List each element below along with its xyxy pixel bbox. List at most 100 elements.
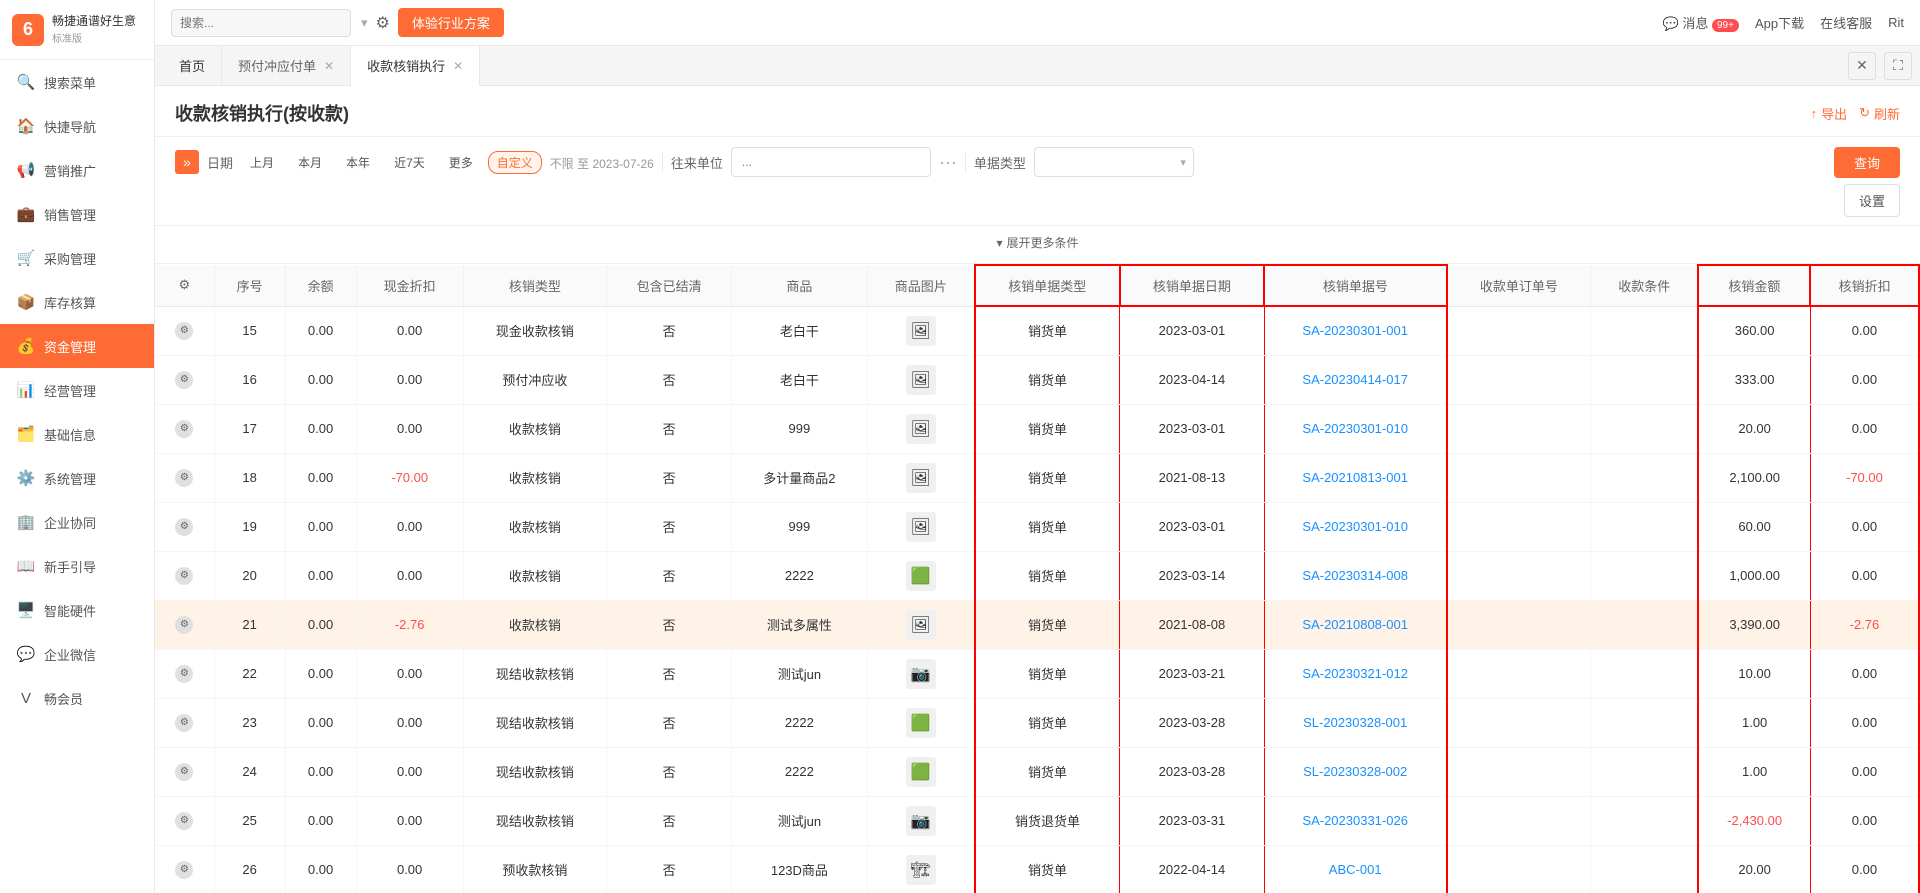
bill-no-link[interactable]: SA-20230301-001 [1302, 323, 1408, 338]
export-button[interactable]: ↑ 导出 [1811, 104, 1848, 123]
col-settings-cell: ⚙ [155, 796, 214, 845]
bill-no-link[interactable]: SA-20230314-008 [1302, 568, 1408, 583]
sidebar-item-operation[interactable]: 📊经营管理 [0, 368, 154, 412]
sidebar-item-member[interactable]: V畅会员 [0, 676, 154, 720]
bill-no-link[interactable]: SL-20230328-001 [1303, 715, 1407, 730]
bill-no-link[interactable]: SA-20230301-010 [1302, 421, 1408, 436]
col-bill-date-cell: 2021-08-13 [1120, 453, 1265, 502]
sidebar-item-basic[interactable]: 🗂️基础信息 [0, 412, 154, 456]
col-receipt-order-cell [1447, 747, 1591, 796]
date-btn-this-year[interactable]: 本年 [337, 151, 379, 174]
sidebar-item-search[interactable]: 🔍搜索菜单 [0, 60, 154, 104]
bill-no-link[interactable]: SA-20210813-001 [1302, 470, 1408, 485]
date-btn-last-month[interactable]: 上月 [241, 151, 283, 174]
col-bill-date-cell: 2023-03-21 [1120, 649, 1265, 698]
col-bill-no-cell: SA-20230321-012 [1264, 649, 1446, 698]
col-cash-discount: 现金折扣 [356, 265, 463, 306]
tab-prepay[interactable]: 预付冲应付单 ✕ [222, 46, 351, 86]
col-product-cell: 2222 [732, 747, 867, 796]
row-settings-icon[interactable]: ⚙ [175, 616, 193, 634]
col-included-settled-cell: 否 [607, 306, 732, 355]
window-controls: ✕ ⛶ [1848, 52, 1920, 80]
query-button[interactable]: 查询 [1834, 147, 1900, 178]
filter-settings-button[interactable]: 设置 [1844, 184, 1900, 217]
online-service-link[interactable]: 在线客服 [1820, 13, 1872, 32]
col-product-img: 商品图片 [867, 265, 975, 306]
source-filter-dots[interactable]: ··· [939, 152, 957, 173]
topbar-search-input[interactable] [171, 9, 351, 37]
sidebar-item-nav[interactable]: 🏠快捷导航 [0, 104, 154, 148]
col-product-img-cell: 🖼 [867, 502, 975, 551]
hardware-icon: 🖥️ [16, 600, 36, 620]
topbar-chevron-icon[interactable]: ▾ [361, 15, 368, 31]
row-settings-icon[interactable]: ⚙ [175, 665, 193, 683]
col-receipt-order-cell [1447, 698, 1591, 747]
solution-button[interactable]: 体验行业方案 [398, 8, 504, 37]
window-expand-icon[interactable]: ⛶ [1884, 52, 1912, 80]
refresh-button[interactable]: ↻ 刷新 [1859, 104, 1900, 123]
type-filter-input[interactable] [1034, 147, 1194, 177]
sidebar-item-wechat[interactable]: 💬企业微信 [0, 632, 154, 676]
col-writeoff-type-cell: 收款核销 [463, 453, 606, 502]
tab-home[interactable]: 首页 [163, 46, 222, 86]
main-content: ▾ ⚙ 体验行业方案 💬 消息 99+ App下载 在线客服 Rit 首页 预付… [155, 0, 1920, 893]
col-product-cell: 999 [732, 502, 867, 551]
row-settings-icon[interactable]: ⚙ [175, 812, 193, 830]
filter-expand-btn[interactable]: ▾ 展开更多条件 [996, 230, 1078, 255]
topbar-gear-icon[interactable]: ⚙ [376, 13, 390, 33]
col-balance-cell: 0.00 [285, 404, 356, 453]
row-settings-icon[interactable]: ⚙ [175, 469, 193, 487]
col-settings-cell: ⚙ [155, 453, 214, 502]
product-thumb-icon: 🖼 [906, 414, 936, 444]
sidebar-item-corp[interactable]: 🏢企业协同 [0, 500, 154, 544]
sidebar-item-purchase[interactable]: 🛒采购管理 [0, 236, 154, 280]
table-row: ⚙ 16 0.00 0.00 预付冲应收 否 老白干 🖼 销货单 2023-04… [155, 355, 1919, 404]
row-settings-icon[interactable]: ⚙ [175, 518, 193, 536]
user-name[interactable]: Rit [1888, 15, 1904, 30]
tab-prepay-close-icon[interactable]: ✕ [324, 59, 334, 73]
bill-no-link[interactable]: SA-20230414-017 [1302, 372, 1408, 387]
bill-no-link[interactable]: SA-20230301-010 [1302, 519, 1408, 534]
sidebar-item-inventory[interactable]: 📦库存核算 [0, 280, 154, 324]
bill-no-link[interactable]: ABC-001 [1329, 862, 1382, 877]
sidebar-item-finance[interactable]: 💰资金管理 [0, 324, 154, 368]
tab-receipt[interactable]: 收款核销执行 ✕ [351, 46, 480, 86]
col-product-cell: 测试jun [732, 649, 867, 698]
bill-no-link[interactable]: SA-20230331-026 [1302, 813, 1408, 828]
bill-no-link[interactable]: SL-20230328-002 [1303, 764, 1407, 779]
sidebar-item-marketing[interactable]: 📢营销推广 [0, 148, 154, 192]
col-no-cell: 15 [214, 306, 285, 355]
col-writeoff-discount-cell: 0.00 [1810, 551, 1919, 600]
row-settings-icon[interactable]: ⚙ [175, 714, 193, 732]
sidebar-item-guide[interactable]: 📖新手引导 [0, 544, 154, 588]
date-btn-custom[interactable]: 自定义 [488, 151, 542, 174]
message-icon[interactable]: 💬 消息 99+ [1663, 13, 1739, 32]
row-settings-icon[interactable]: ⚙ [175, 861, 193, 879]
col-receipt-condition-cell [1591, 845, 1699, 893]
col-settings[interactable]: ⚙ [155, 265, 214, 306]
window-close-icon[interactable]: ✕ [1848, 52, 1876, 80]
app-download-link[interactable]: App下载 [1755, 13, 1804, 32]
col-included-settled-cell: 否 [607, 502, 732, 551]
col-bill-date: 核销单据日期 [1120, 265, 1265, 306]
filter-toggle-btn[interactable]: » [175, 150, 199, 174]
bill-no-link[interactable]: SA-20230321-012 [1302, 666, 1408, 681]
source-filter-input[interactable] [731, 147, 931, 177]
sidebar: 6 畅捷通谱好生意 标准版 🔍搜索菜单🏠快捷导航📢营销推广💼销售管理🛒采购管理📦… [0, 0, 155, 893]
row-settings-icon[interactable]: ⚙ [175, 371, 193, 389]
col-writeoff-type-cell: 收款核销 [463, 404, 606, 453]
date-btn-this-month[interactable]: 本月 [289, 151, 331, 174]
row-settings-icon[interactable]: ⚙ [175, 322, 193, 340]
row-settings-icon[interactable]: ⚙ [175, 567, 193, 585]
bill-no-link[interactable]: SA-20210808-001 [1302, 617, 1408, 632]
row-settings-icon[interactable]: ⚙ [175, 763, 193, 781]
date-btn-more[interactable]: 更多 [440, 151, 482, 174]
date-btn-7days[interactable]: 近7天 [385, 151, 434, 174]
sales-icon: 💼 [16, 204, 36, 224]
tab-receipt-close-icon[interactable]: ✕ [453, 59, 463, 73]
sidebar-item-sales[interactable]: 💼销售管理 [0, 192, 154, 236]
sidebar-item-hardware[interactable]: 🖥️智能硬件 [0, 588, 154, 632]
sidebar-item-system[interactable]: ⚙️系统管理 [0, 456, 154, 500]
system-icon: ⚙️ [16, 468, 36, 488]
row-settings-icon[interactable]: ⚙ [175, 420, 193, 438]
